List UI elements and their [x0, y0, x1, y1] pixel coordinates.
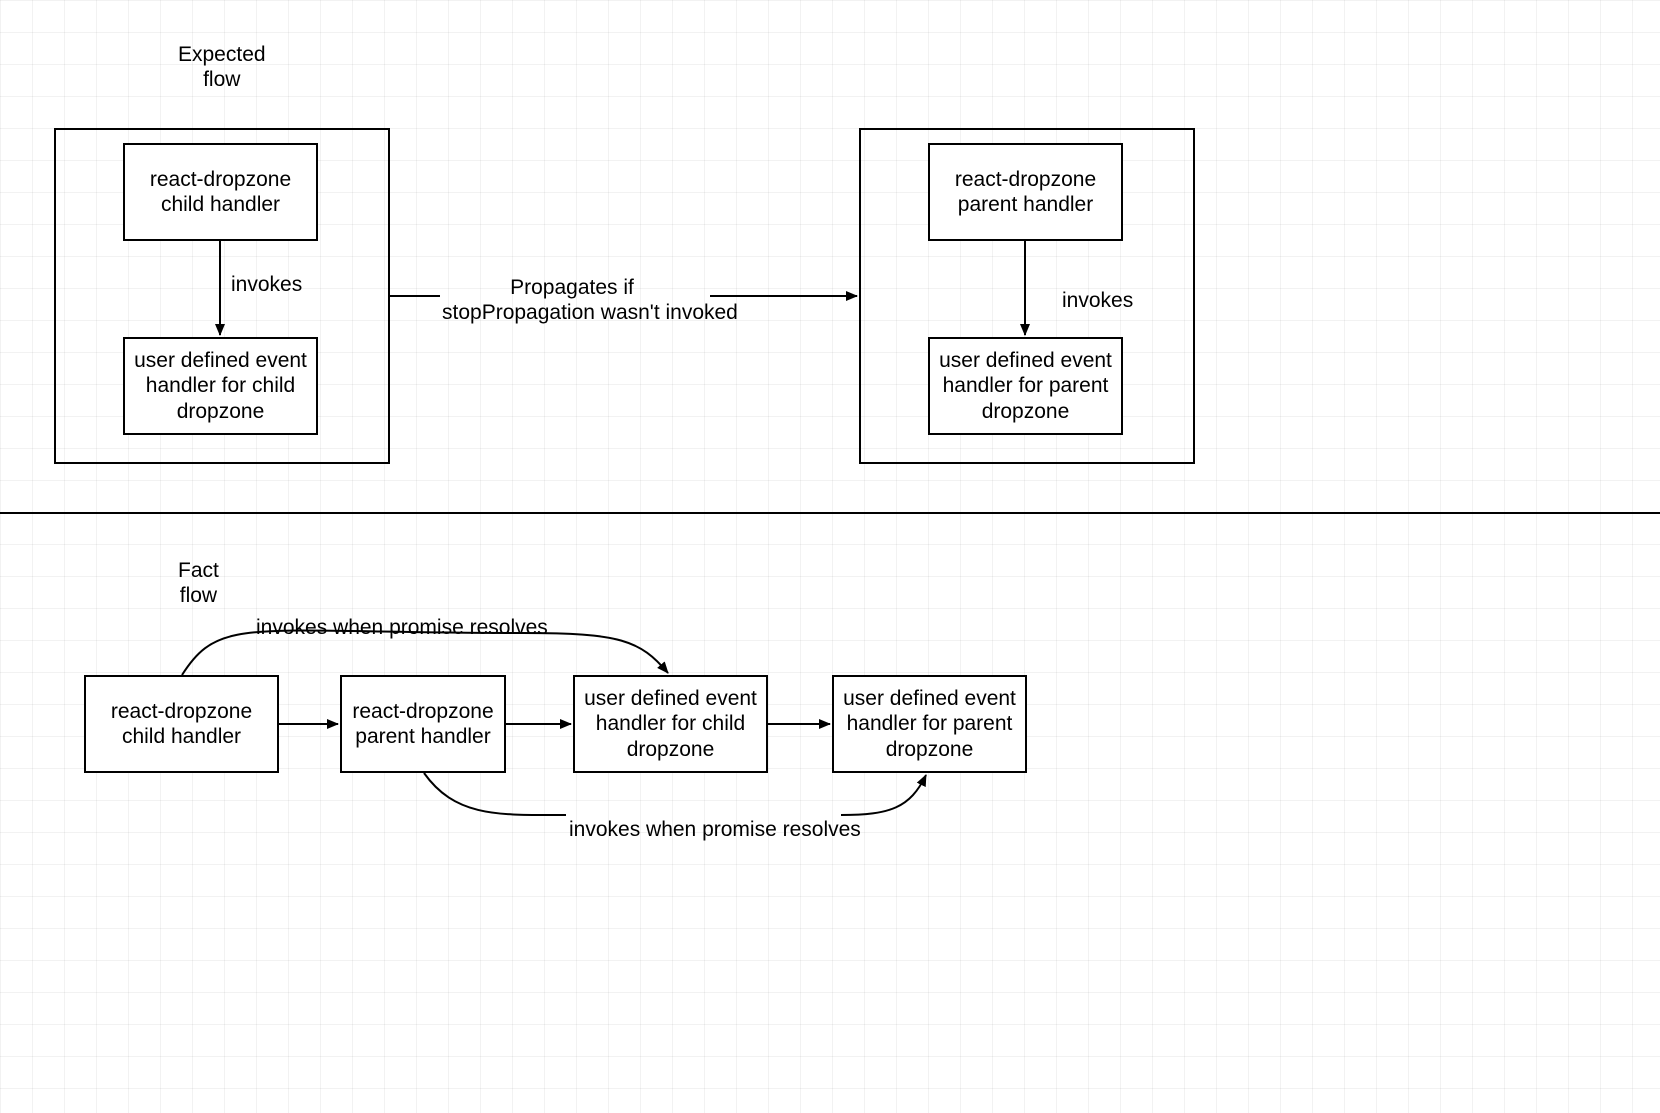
expected-parent-box2-text: user defined event handler for parent dr… — [939, 348, 1112, 424]
expected-child-invokes-label: invokes — [231, 272, 302, 297]
fact-box3: user defined event handler for child dro… — [573, 675, 768, 773]
fact-box4: user defined event handler for parent dr… — [832, 675, 1027, 773]
expected-child-box2: user defined event handler for child dro… — [123, 337, 318, 435]
curve-fact-bottom-left — [424, 773, 566, 815]
diagram-canvas: Expected flow react-dropzone child handl… — [0, 0, 1660, 1113]
fact-flow-title: Fact flow — [178, 558, 219, 608]
fact-box1: react-dropzone child handler — [84, 675, 279, 773]
curve-fact-bottom-right — [841, 775, 926, 815]
expected-child-box2-text: user defined event handler for child dro… — [134, 348, 307, 424]
fact-box1-text: react-dropzone child handler — [111, 699, 252, 749]
fact-box3-text: user defined event handler for child dro… — [584, 686, 757, 762]
fact-curve-bottom-label: invokes when promise resolves — [569, 817, 861, 842]
fact-box2-text: react-dropzone parent handler — [352, 699, 493, 749]
expected-child-box1-text: react-dropzone child handler — [150, 167, 291, 217]
expected-child-box1: react-dropzone child handler — [123, 143, 318, 241]
fact-box2: react-dropzone parent handler — [340, 675, 506, 773]
expected-parent-box1: react-dropzone parent handler — [928, 143, 1123, 241]
expected-flow-title: Expected flow — [178, 42, 266, 92]
section-divider — [0, 512, 1660, 514]
fact-box4-text: user defined event handler for parent dr… — [843, 686, 1016, 762]
fact-curve-top-label: invokes when promise resolves — [256, 615, 548, 640]
propagate-label: Propagates if stopPropagation wasn't inv… — [442, 275, 702, 325]
expected-parent-invokes-label: invokes — [1062, 288, 1133, 313]
expected-parent-box1-text: react-dropzone parent handler — [955, 167, 1096, 217]
expected-parent-box2: user defined event handler for parent dr… — [928, 337, 1123, 435]
